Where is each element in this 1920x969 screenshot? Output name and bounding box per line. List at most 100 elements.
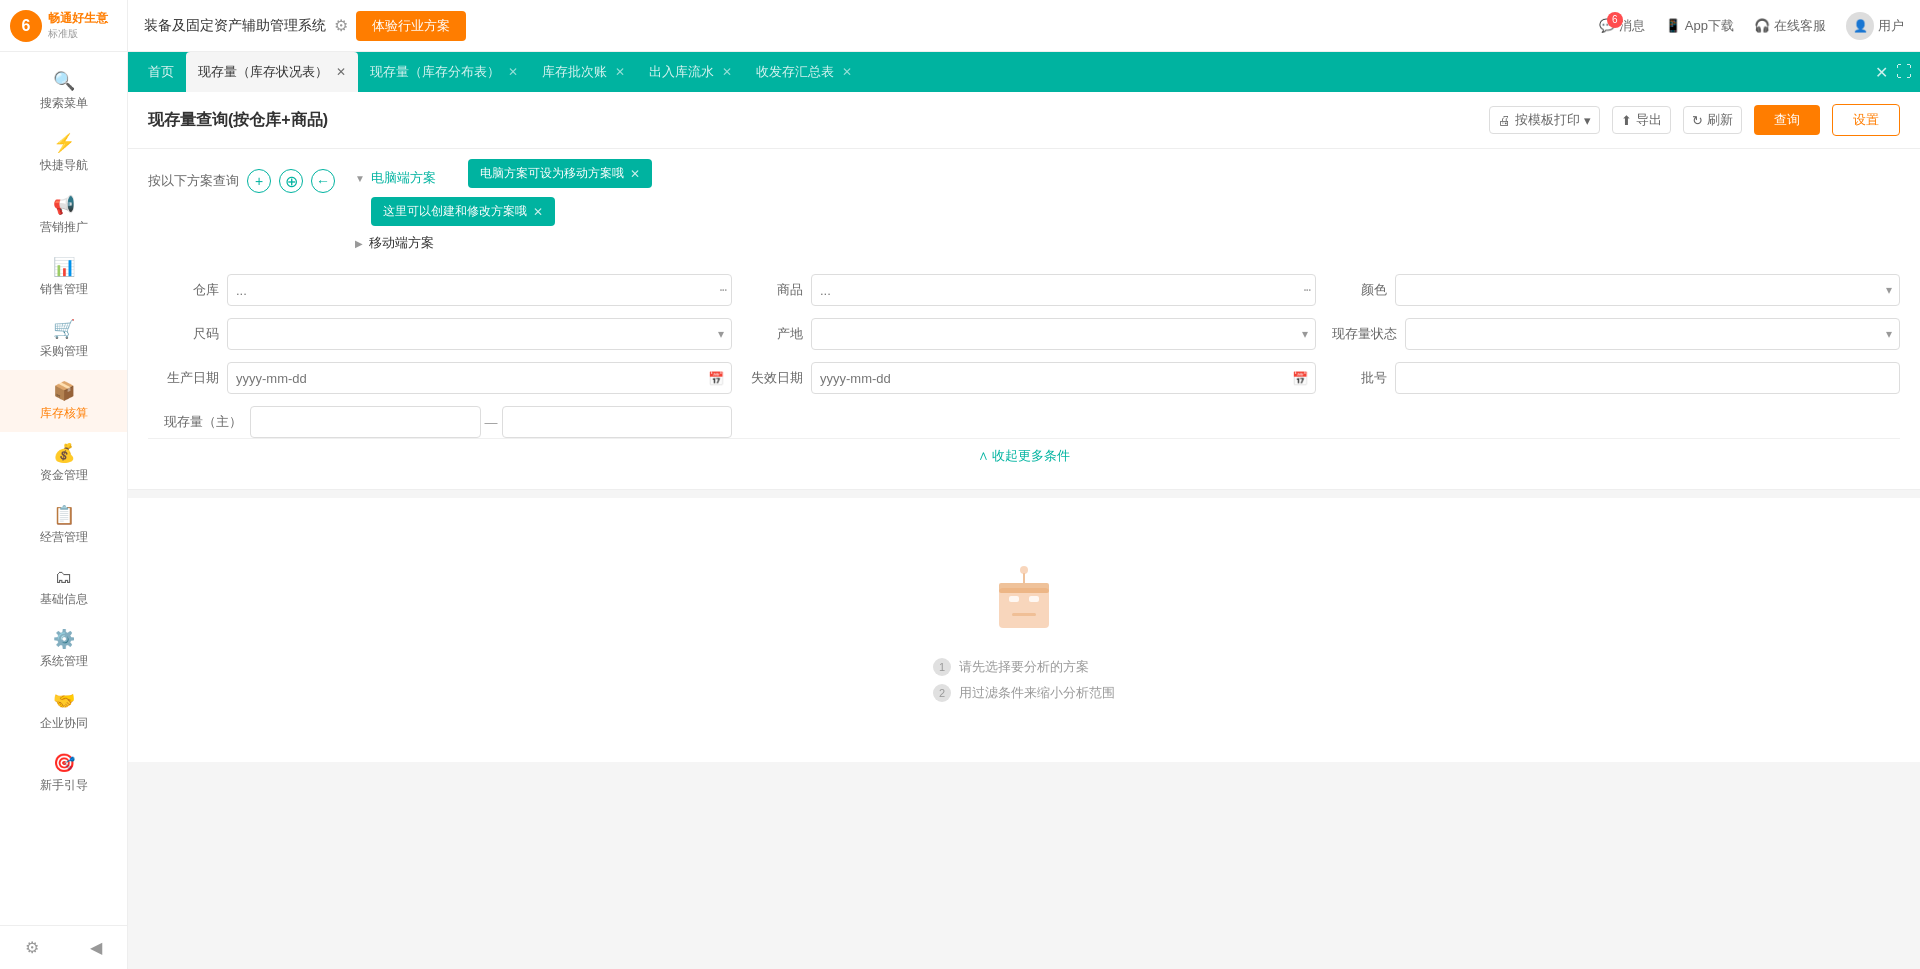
expire-date-cal-icon[interactable]: 📅 bbox=[1292, 371, 1308, 386]
filter-row-4: 现存量（主） — bbox=[164, 406, 1900, 438]
tab-batch-ledger[interactable]: 库存批次账 ✕ bbox=[530, 52, 637, 92]
enterprise-icon: 🤝 bbox=[53, 690, 75, 712]
empty-area: 1 请先选择要分析的方案 2 用过滤条件来缩小分析范围 bbox=[128, 498, 1920, 762]
query-button[interactable]: 查询 bbox=[1754, 105, 1820, 135]
sidebar-item-management[interactable]: 📋 经营管理 bbox=[0, 494, 127, 556]
produce-date-label: 生产日期 bbox=[164, 369, 219, 387]
empty-illustration bbox=[974, 558, 1074, 638]
batch-label: 批号 bbox=[1332, 369, 1387, 387]
tab-stock-dist[interactable]: 现存量（库存分布表） ✕ bbox=[358, 52, 530, 92]
stock-qty-label: 现存量（主） bbox=[164, 413, 242, 431]
online-service-action[interactable]: 🎧 在线客服 bbox=[1754, 17, 1826, 35]
tab-stock-status[interactable]: 现存量（库存状况表） ✕ bbox=[186, 52, 358, 92]
svg-point-6 bbox=[1020, 566, 1028, 574]
sidebar-item-search[interactable]: 🔍 搜索菜单 bbox=[0, 60, 127, 122]
print-dropdown-icon: ▾ bbox=[1584, 113, 1591, 128]
tab-close-stock-status[interactable]: ✕ bbox=[336, 65, 346, 79]
sidebar: 6 畅通好生意 标准版 🔍 搜索菜单 ⚡ 快捷导航 📢 营销推广 📊 销售管理 … bbox=[0, 0, 128, 969]
filter-cell-warehouse: 仓库 ··· bbox=[164, 274, 732, 306]
origin-select[interactable] bbox=[811, 318, 1316, 350]
system-title: 装备及固定资产辅助管理系统 bbox=[144, 17, 326, 35]
phone-icon: 📱 bbox=[1665, 18, 1681, 33]
tab-close-collect-summary[interactable]: ✕ bbox=[842, 65, 852, 79]
sidebar-item-purchase[interactable]: 🛒 采购管理 bbox=[0, 308, 127, 370]
finance-icon: 💰 bbox=[53, 442, 75, 464]
tab-close-batch-ledger[interactable]: ✕ bbox=[615, 65, 625, 79]
print-button[interactable]: 🖨 按模板打印 ▾ bbox=[1489, 106, 1600, 134]
expire-date-input-wrap: 📅 bbox=[811, 362, 1316, 394]
expire-date-input[interactable] bbox=[811, 362, 1316, 394]
logo-text: 畅通好生意 标准版 bbox=[48, 11, 108, 40]
back-scheme-button[interactable]: ← bbox=[311, 169, 335, 193]
empty-step-2: 2 用过滤条件来缩小分析范围 bbox=[933, 684, 1115, 702]
user-action[interactable]: 👤 用户 bbox=[1846, 12, 1904, 40]
tab-home[interactable]: 首页 bbox=[136, 52, 186, 92]
sidebar-nav: 🔍 搜索菜单 ⚡ 快捷导航 📢 营销推广 📊 销售管理 🛒 采购管理 📦 库存核… bbox=[0, 52, 127, 925]
tooltip-pc-scheme: 电脑方案可设为移动方案哦 ✕ bbox=[468, 159, 652, 188]
page-actions: 🖨 按模板打印 ▾ ⬆ 导出 ↻ 刷新 查询 设置 bbox=[1489, 104, 1900, 136]
expire-date-label: 失效日期 bbox=[748, 369, 803, 387]
settings-bottom-icon[interactable]: ⚙ bbox=[25, 938, 39, 957]
copy-scheme-button[interactable]: ⊕ bbox=[279, 169, 303, 193]
system-settings-icon[interactable]: ⚙ bbox=[334, 16, 348, 35]
sidebar-item-sales[interactable]: 📊 销售管理 bbox=[0, 246, 127, 308]
tab-bar-right: ✕ ⛶ bbox=[1875, 63, 1912, 82]
header-left: 装备及固定资产辅助管理系统 ⚙ 体验行业方案 bbox=[144, 11, 466, 41]
sidebar-item-guide[interactable]: 🎯 新手引导 bbox=[0, 742, 127, 804]
tooltip-edit-close[interactable]: ✕ bbox=[533, 205, 543, 219]
stock-qty-max-input[interactable] bbox=[502, 406, 733, 438]
sidebar-item-quick[interactable]: ⚡ 快捷导航 bbox=[0, 122, 127, 184]
size-select[interactable] bbox=[227, 318, 732, 350]
scheme-arrow-mobile: ▶ bbox=[355, 238, 363, 249]
tab-close-in-out-flow[interactable]: ✕ bbox=[722, 65, 732, 79]
add-scheme-button[interactable]: + bbox=[247, 169, 271, 193]
svg-rect-3 bbox=[1029, 596, 1039, 602]
filter-cell-goods: 商品 ··· bbox=[748, 274, 1316, 306]
produce-date-input[interactable] bbox=[227, 362, 732, 394]
purchase-icon: 🛒 bbox=[53, 318, 75, 340]
sales-icon: 📊 bbox=[53, 256, 75, 278]
collapse-sidebar-icon[interactable]: ◀ bbox=[90, 938, 102, 957]
trial-button[interactable]: 体验行业方案 bbox=[356, 11, 466, 41]
sidebar-bottom: ⚙ ◀ bbox=[0, 925, 127, 969]
sidebar-item-marketing[interactable]: 📢 营销推广 bbox=[0, 184, 127, 246]
goods-dots-icon: ··· bbox=[1303, 281, 1310, 299]
fullscreen-icon[interactable]: ⛶ bbox=[1896, 63, 1912, 81]
notification-action[interactable]: 💬 6 消息 bbox=[1599, 17, 1645, 35]
goods-input-wrap: ··· bbox=[811, 274, 1316, 306]
close-all-tabs-icon[interactable]: ✕ bbox=[1875, 63, 1888, 82]
warehouse-input-wrap: ··· bbox=[227, 274, 732, 306]
export-button[interactable]: ⬆ 导出 bbox=[1612, 106, 1671, 134]
stock-status-select[interactable] bbox=[1405, 318, 1900, 350]
scheme-item-mobile[interactable]: ▶ 移动端方案 bbox=[347, 230, 555, 256]
refresh-button[interactable]: ↻ 刷新 bbox=[1683, 106, 1742, 134]
tab-collect-summary[interactable]: 收发存汇总表 ✕ bbox=[744, 52, 864, 92]
goods-input[interactable] bbox=[811, 274, 1316, 306]
batch-input[interactable] bbox=[1395, 362, 1900, 394]
warehouse-dots-icon: ··· bbox=[719, 281, 726, 299]
sidebar-item-finance[interactable]: 💰 资金管理 bbox=[0, 432, 127, 494]
stock-status-label: 现存量状态 bbox=[1332, 325, 1397, 343]
tooltip-pc-close[interactable]: ✕ bbox=[630, 167, 640, 181]
collapse-bar[interactable]: ∧ 收起更多条件 bbox=[148, 438, 1900, 473]
tab-bar: 首页 现存量（库存状况表） ✕ 现存量（库存分布表） ✕ 库存批次账 ✕ 出入库… bbox=[128, 52, 1920, 92]
sidebar-item-basic[interactable]: 🗂 基础信息 bbox=[0, 556, 127, 618]
svg-rect-0 bbox=[999, 588, 1049, 628]
service-icon: 🎧 bbox=[1754, 18, 1770, 33]
scheme-arrow-pc: ▼ bbox=[355, 173, 365, 184]
produce-date-cal-icon[interactable]: 📅 bbox=[708, 371, 724, 386]
stock-qty-min-input[interactable] bbox=[250, 406, 481, 438]
sidebar-item-system[interactable]: ⚙️ 系统管理 bbox=[0, 618, 127, 680]
guide-icon: 🎯 bbox=[53, 752, 75, 774]
warehouse-input[interactable] bbox=[227, 274, 732, 306]
logo-icon: 6 bbox=[10, 10, 42, 42]
filter-row-1: 仓库 ··· 商品 ··· 颜色 bbox=[164, 274, 1900, 306]
page-title: 现存量查询(按仓库+商品) bbox=[148, 110, 328, 131]
sidebar-item-inventory[interactable]: 📦 库存核算 bbox=[0, 370, 127, 432]
sidebar-item-enterprise[interactable]: 🤝 企业协同 bbox=[0, 680, 127, 742]
tab-in-out-flow[interactable]: 出入库流水 ✕ bbox=[637, 52, 744, 92]
set-button[interactable]: 设置 bbox=[1832, 104, 1900, 136]
app-download-action[interactable]: 📱 App下载 bbox=[1665, 17, 1734, 35]
tab-close-stock-dist[interactable]: ✕ bbox=[508, 65, 518, 79]
color-select[interactable] bbox=[1395, 274, 1900, 306]
